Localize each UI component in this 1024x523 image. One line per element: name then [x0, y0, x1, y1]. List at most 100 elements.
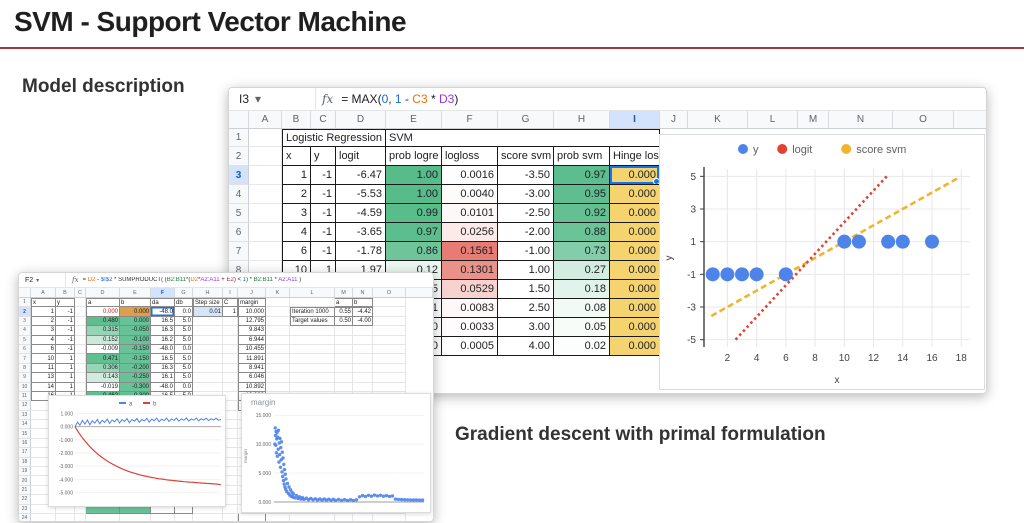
- column-header-C[interactable]: C: [311, 111, 336, 128]
- cell[interactable]: a: [335, 298, 353, 308]
- row-header-10[interactable]: 10: [19, 382, 31, 392]
- cell[interactable]: [193, 344, 223, 355]
- cell[interactable]: [335, 382, 353, 392]
- cell[interactable]: 0.88: [554, 223, 610, 242]
- cell[interactable]: [75, 363, 86, 374]
- cell[interactable]: -1: [56, 326, 75, 336]
- cell[interactable]: [238, 513, 266, 521]
- row-header-6[interactable]: 6: [19, 344, 31, 355]
- field-header-logit[interactable]: logit: [336, 147, 386, 166]
- cell[interactable]: -1: [311, 223, 336, 242]
- cell[interactable]: -5.53: [336, 185, 386, 204]
- row-header-1[interactable]: 1: [229, 129, 249, 147]
- row-header-5[interactable]: 5: [19, 335, 31, 345]
- cell[interactable]: [335, 354, 353, 364]
- cell[interactable]: [266, 373, 290, 383]
- cell[interactable]: 2.50: [498, 299, 554, 318]
- cell[interactable]: y: [56, 298, 75, 308]
- row-header-2[interactable]: 2: [229, 147, 249, 166]
- cell[interactable]: [373, 298, 406, 308]
- cell[interactable]: 5.0: [175, 363, 193, 374]
- cell[interactable]: 0.08: [554, 299, 610, 318]
- cell[interactable]: [335, 326, 353, 336]
- cell[interactable]: 0.000: [610, 318, 660, 337]
- cell[interactable]: 1: [31, 307, 56, 317]
- row-header-12[interactable]: 12: [19, 401, 31, 411]
- column-header-B[interactable]: B: [282, 111, 311, 128]
- cell[interactable]: b: [353, 298, 373, 308]
- cell[interactable]: [75, 298, 86, 308]
- column-header-N[interactable]: N: [829, 111, 893, 128]
- cell[interactable]: [75, 307, 86, 317]
- column-header-B[interactable]: B: [56, 288, 75, 297]
- cell[interactable]: 3: [31, 326, 56, 336]
- column-header-G[interactable]: G: [498, 111, 554, 128]
- cell[interactable]: 0.02: [554, 337, 610, 356]
- cell[interactable]: 16.2: [151, 335, 175, 345]
- cell[interactable]: -4.59: [336, 204, 386, 223]
- column-header-J[interactable]: J: [660, 111, 688, 128]
- column-header-H[interactable]: H: [193, 288, 223, 297]
- cell[interactable]: -4.00: [353, 316, 373, 327]
- cell[interactable]: [193, 354, 223, 364]
- main-name-box[interactable]: I3 ▾: [229, 92, 313, 106]
- row-header-19[interactable]: 19: [19, 467, 31, 477]
- cell[interactable]: -1: [56, 335, 75, 345]
- cell[interactable]: -1: [56, 344, 75, 355]
- cell[interactable]: [266, 344, 290, 355]
- cell[interactable]: [175, 513, 193, 521]
- cell[interactable]: 10.892: [238, 382, 266, 392]
- column-header-K[interactable]: K: [688, 111, 748, 128]
- cell[interactable]: [266, 326, 290, 336]
- cell[interactable]: -1: [311, 166, 336, 185]
- cell[interactable]: -0.009: [86, 344, 120, 355]
- cell[interactable]: 1: [56, 373, 75, 383]
- cell[interactable]: [86, 513, 120, 521]
- cell[interactable]: 1: [56, 354, 75, 364]
- cell[interactable]: 5.0: [175, 373, 193, 383]
- cell[interactable]: -48.0: [151, 382, 175, 392]
- cell[interactable]: -2.00: [498, 223, 554, 242]
- cell[interactable]: [249, 185, 282, 204]
- row-header-7[interactable]: 7: [229, 242, 249, 261]
- cell[interactable]: [75, 373, 86, 383]
- cell[interactable]: -0.150: [120, 354, 151, 364]
- cell[interactable]: [75, 335, 86, 345]
- cell[interactable]: [75, 344, 86, 355]
- cell[interactable]: 0.55: [335, 307, 353, 317]
- cell[interactable]: [249, 129, 282, 147]
- row-header-7[interactable]: 7: [19, 354, 31, 364]
- cell[interactable]: [373, 513, 406, 521]
- row-header-23[interactable]: 23: [19, 504, 31, 514]
- cell[interactable]: [193, 316, 223, 327]
- cell[interactable]: [193, 382, 223, 392]
- cell[interactable]: 0.152: [86, 335, 120, 345]
- cell[interactable]: 16.1: [151, 373, 175, 383]
- cell[interactable]: [290, 373, 335, 383]
- row-header-2[interactable]: 2: [19, 307, 31, 317]
- cell[interactable]: [373, 373, 406, 383]
- column-header-F[interactable]: F: [442, 111, 498, 128]
- cell[interactable]: 6.944: [238, 335, 266, 345]
- cell[interactable]: [353, 363, 373, 374]
- main-embedded-chart[interactable]: -5 -3 -1 1 3 5 2 4 6 8 10 12 14 16 18 x y y logit score svm: [659, 134, 985, 390]
- cell[interactable]: [223, 335, 238, 345]
- row-header-24[interactable]: 24: [19, 513, 31, 521]
- cell[interactable]: b: [120, 298, 151, 308]
- cell[interactable]: -1: [311, 242, 336, 261]
- cell[interactable]: [223, 326, 238, 336]
- cell[interactable]: [290, 344, 335, 355]
- cell[interactable]: [290, 298, 335, 308]
- column-header-G[interactable]: G: [175, 288, 193, 297]
- cell[interactable]: [290, 382, 335, 392]
- row-header-22[interactable]: 22: [19, 495, 31, 505]
- column-header-M[interactable]: M: [335, 288, 353, 297]
- cell[interactable]: 0.000: [610, 185, 660, 204]
- cell[interactable]: [75, 513, 86, 521]
- cell[interactable]: -1: [311, 204, 336, 223]
- cell[interactable]: [249, 147, 282, 166]
- cell[interactable]: [266, 307, 290, 317]
- cell[interactable]: [335, 373, 353, 383]
- column-header-A[interactable]: A: [31, 288, 56, 297]
- cell[interactable]: -1.00: [498, 242, 554, 261]
